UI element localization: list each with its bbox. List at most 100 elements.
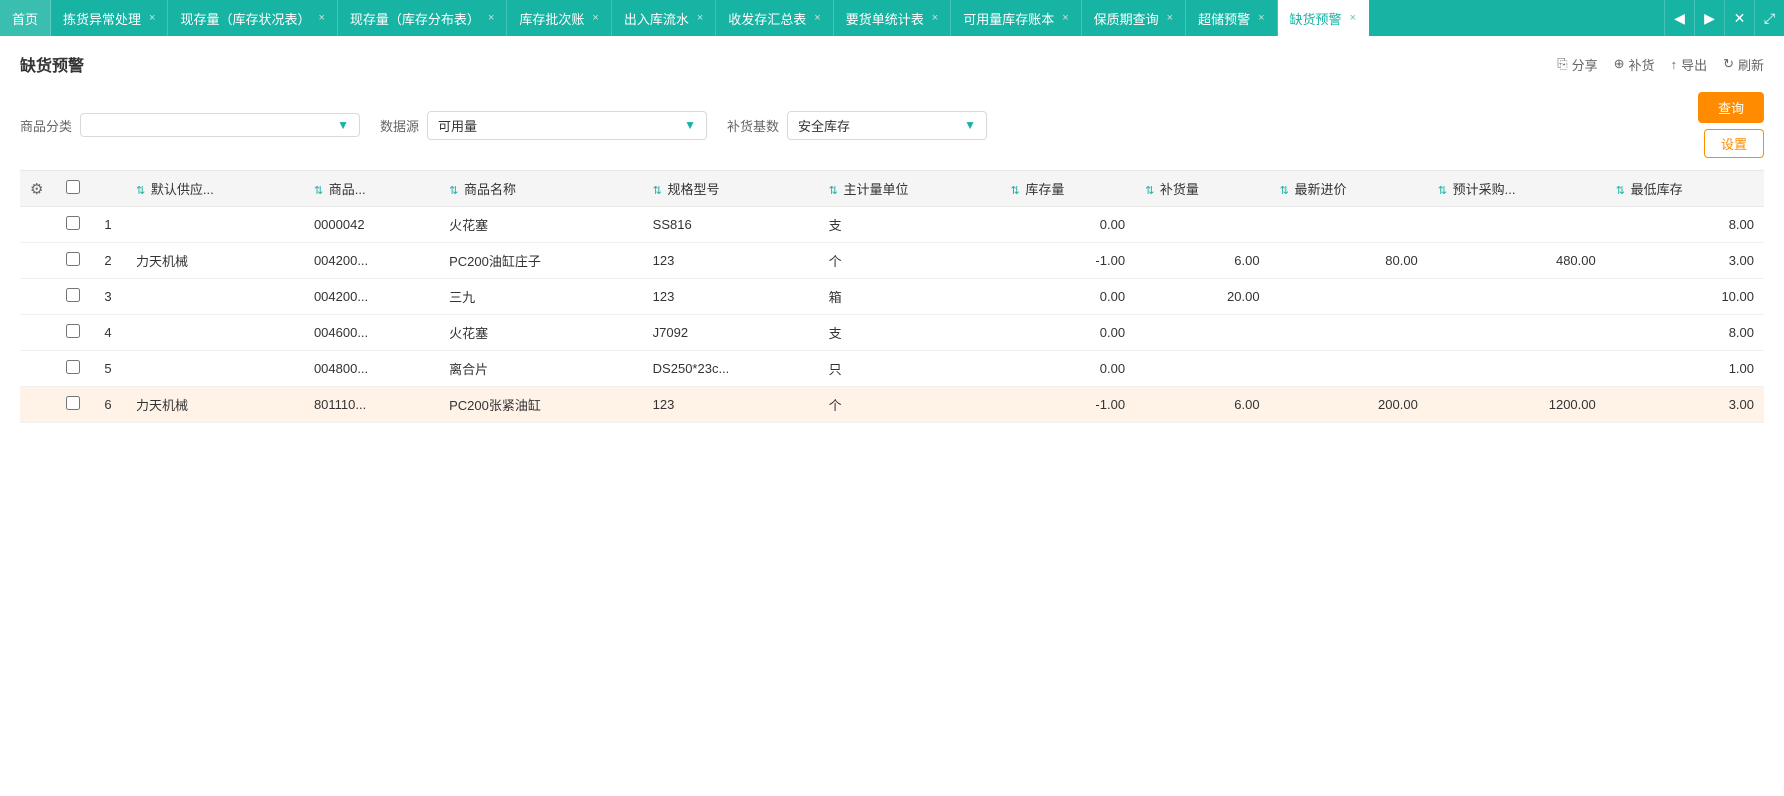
col-product-name: ⇅ 商品名称: [439, 171, 643, 207]
row-checkbox-3[interactable]: [66, 324, 80, 338]
nav-tab-3[interactable]: 现存量（库存分布表）×: [338, 0, 507, 36]
row-checkbox-2[interactable]: [66, 288, 80, 302]
data-table: ⚙ ⇅ 默认供应... ⇅ 商品... ⇅ 商品名称: [20, 170, 1764, 423]
share-action[interactable]: ⎘ 分享: [1557, 55, 1597, 74]
nav-expand-btn[interactable]: ⤢: [1754, 0, 1784, 36]
export-label: 导出: [1681, 55, 1707, 74]
cell-seq: 3: [90, 279, 126, 315]
category-filter-label: 商品分类: [20, 116, 72, 135]
col-seq: [90, 171, 126, 207]
nav-tab-6[interactable]: 收发存汇总表×: [716, 0, 833, 36]
cell-minstock: 8.00: [1606, 315, 1764, 351]
nav-tab-8[interactable]: 可用量库存账本×: [951, 0, 1081, 36]
sort-icon-estimated: ⇅: [1438, 185, 1447, 197]
select-all-checkbox[interactable]: [66, 180, 80, 194]
row-checkbox-1[interactable]: [66, 252, 80, 266]
category-select[interactable]: ▼: [80, 113, 360, 137]
nav-tab-close-6[interactable]: ×: [814, 12, 820, 24]
cell-checkbox: [56, 243, 90, 279]
cell-replenish: [1135, 351, 1270, 387]
sort-icon-code: ⇅: [314, 185, 323, 197]
cell-unit: 支: [819, 207, 1001, 243]
col-stock-label: 库存量: [1025, 182, 1064, 197]
cell-stock: -1.00: [1001, 243, 1136, 279]
col-code-label: 商品...: [329, 182, 366, 197]
cell-seq: 6: [90, 387, 126, 423]
nav-prev-btn[interactable]: ◀: [1664, 0, 1694, 36]
refresh-action[interactable]: ↻ 刷新: [1723, 55, 1764, 74]
col-spec-label: 规格型号: [668, 182, 720, 197]
nav-tab-close-2[interactable]: ×: [318, 12, 324, 24]
table-row: 6力天机械801110...PC200张紧油缸123个-1.006.00200.…: [20, 387, 1764, 423]
replenish-action[interactable]: ⊕ 补货: [1614, 55, 1655, 74]
cell-price: [1270, 207, 1428, 243]
row-checkbox-4[interactable]: [66, 360, 80, 374]
cell-supplier: 力天机械: [126, 387, 304, 423]
nav-controls: ◀ ▶ ✕ ⤢: [1664, 0, 1784, 36]
nav-next-btn[interactable]: ▶: [1694, 0, 1724, 36]
nav-tab-close-8[interactable]: ×: [1062, 12, 1068, 24]
nav-tab-close-7[interactable]: ×: [932, 12, 938, 24]
nav-tab-1[interactable]: 拣货异常处理×: [51, 0, 168, 36]
nav-tab-label-10: 超储预警: [1198, 9, 1250, 28]
nav-tab-10[interactable]: 超储预警 ×: [1186, 0, 1277, 36]
sort-icon-stock: ⇅: [1011, 185, 1020, 197]
col-estimated-purchase: ⇅ 预计采购...: [1428, 171, 1606, 207]
col-gear: ⚙: [20, 171, 56, 207]
nav-tab-9[interactable]: 保质期查询 ×: [1082, 0, 1186, 36]
nav-tab-close-11[interactable]: ×: [1350, 12, 1356, 24]
settings-button[interactable]: 设置: [1704, 129, 1764, 158]
nav-tab-2[interactable]: 现存量（库存状况表）×: [168, 0, 337, 36]
nav-tab-5[interactable]: 出入库流水×: [612, 0, 716, 36]
row-checkbox-0[interactable]: [66, 216, 80, 230]
nav-tab-close-4[interactable]: ×: [592, 12, 598, 24]
cell-stock: 0.00: [1001, 351, 1136, 387]
datasource-select-value: 可用量: [438, 116, 477, 135]
nav-tab-close-1[interactable]: ×: [149, 12, 155, 24]
replenish-base-arrow: ▼: [964, 118, 976, 132]
nav-tab-close-3[interactable]: ×: [488, 12, 494, 24]
cell-unit: 个: [819, 387, 1001, 423]
export-action[interactable]: ↑ 导出: [1671, 55, 1708, 74]
col-stock: ⇅ 库存量: [1001, 171, 1136, 207]
col-spec: ⇅ 规格型号: [643, 171, 819, 207]
cell-supplier: [126, 351, 304, 387]
query-button[interactable]: 查询: [1698, 92, 1764, 123]
nav-tab-7[interactable]: 要货单统计表×: [834, 0, 951, 36]
cell-gear: [20, 207, 56, 243]
cell-checkbox: [56, 279, 90, 315]
cell-unit: 个: [819, 243, 1001, 279]
cell-estimated: 1200.00: [1428, 387, 1606, 423]
cell-seq: 2: [90, 243, 126, 279]
nav-tab-close-9[interactable]: ×: [1167, 12, 1173, 24]
gear-button[interactable]: ⚙: [30, 180, 43, 198]
nav-tab-close-10[interactable]: ×: [1258, 12, 1264, 24]
nav-tab-0[interactable]: 首页: [0, 0, 51, 36]
col-unit-label: 主计量单位: [843, 182, 908, 197]
sort-icon-price: ⇅: [1280, 185, 1289, 197]
cell-stock: 0.00: [1001, 207, 1136, 243]
top-nav: 首页拣货异常处理×现存量（库存状况表）×现存量（库存分布表）×库存批次账×出入库…: [0, 0, 1784, 36]
replenish-base-select[interactable]: 安全库存 ▼: [787, 111, 987, 140]
row-checkbox-5[interactable]: [66, 396, 80, 410]
nav-tab-label-11: 缺货预警: [1290, 9, 1342, 28]
nav-tab-label-9: 保质期查询: [1094, 9, 1159, 28]
col-name-label: 商品名称: [464, 182, 516, 197]
nav-close-btn[interactable]: ✕: [1724, 0, 1754, 36]
cell-spec: 123: [643, 387, 819, 423]
cell-code: 0000042: [304, 207, 439, 243]
replenish-base-label: 补货基数: [727, 116, 779, 135]
datasource-filter-label: 数据源: [380, 116, 419, 135]
refresh-icon: ↻: [1723, 56, 1734, 72]
cell-estimated: 480.00: [1428, 243, 1606, 279]
cell-code: 004600...: [304, 315, 439, 351]
nav-tab-close-5[interactable]: ×: [697, 12, 703, 24]
cell-supplier: [126, 315, 304, 351]
datasource-select[interactable]: 可用量 ▼: [427, 111, 707, 140]
nav-tab-4[interactable]: 库存批次账×: [507, 0, 611, 36]
nav-tabs: 首页拣货异常处理×现存量（库存状况表）×现存量（库存分布表）×库存批次账×出入库…: [0, 0, 1369, 36]
page-header: 缺货预警 ⎘ 分享 ⊕ 补货 ↑ 导出 ↻ 刷新: [20, 52, 1764, 76]
nav-tab-11[interactable]: 缺货预警 ×: [1278, 0, 1369, 36]
table-row: 10000042火花塞SS816支0.008.00: [20, 207, 1764, 243]
cell-code: 004200...: [304, 279, 439, 315]
